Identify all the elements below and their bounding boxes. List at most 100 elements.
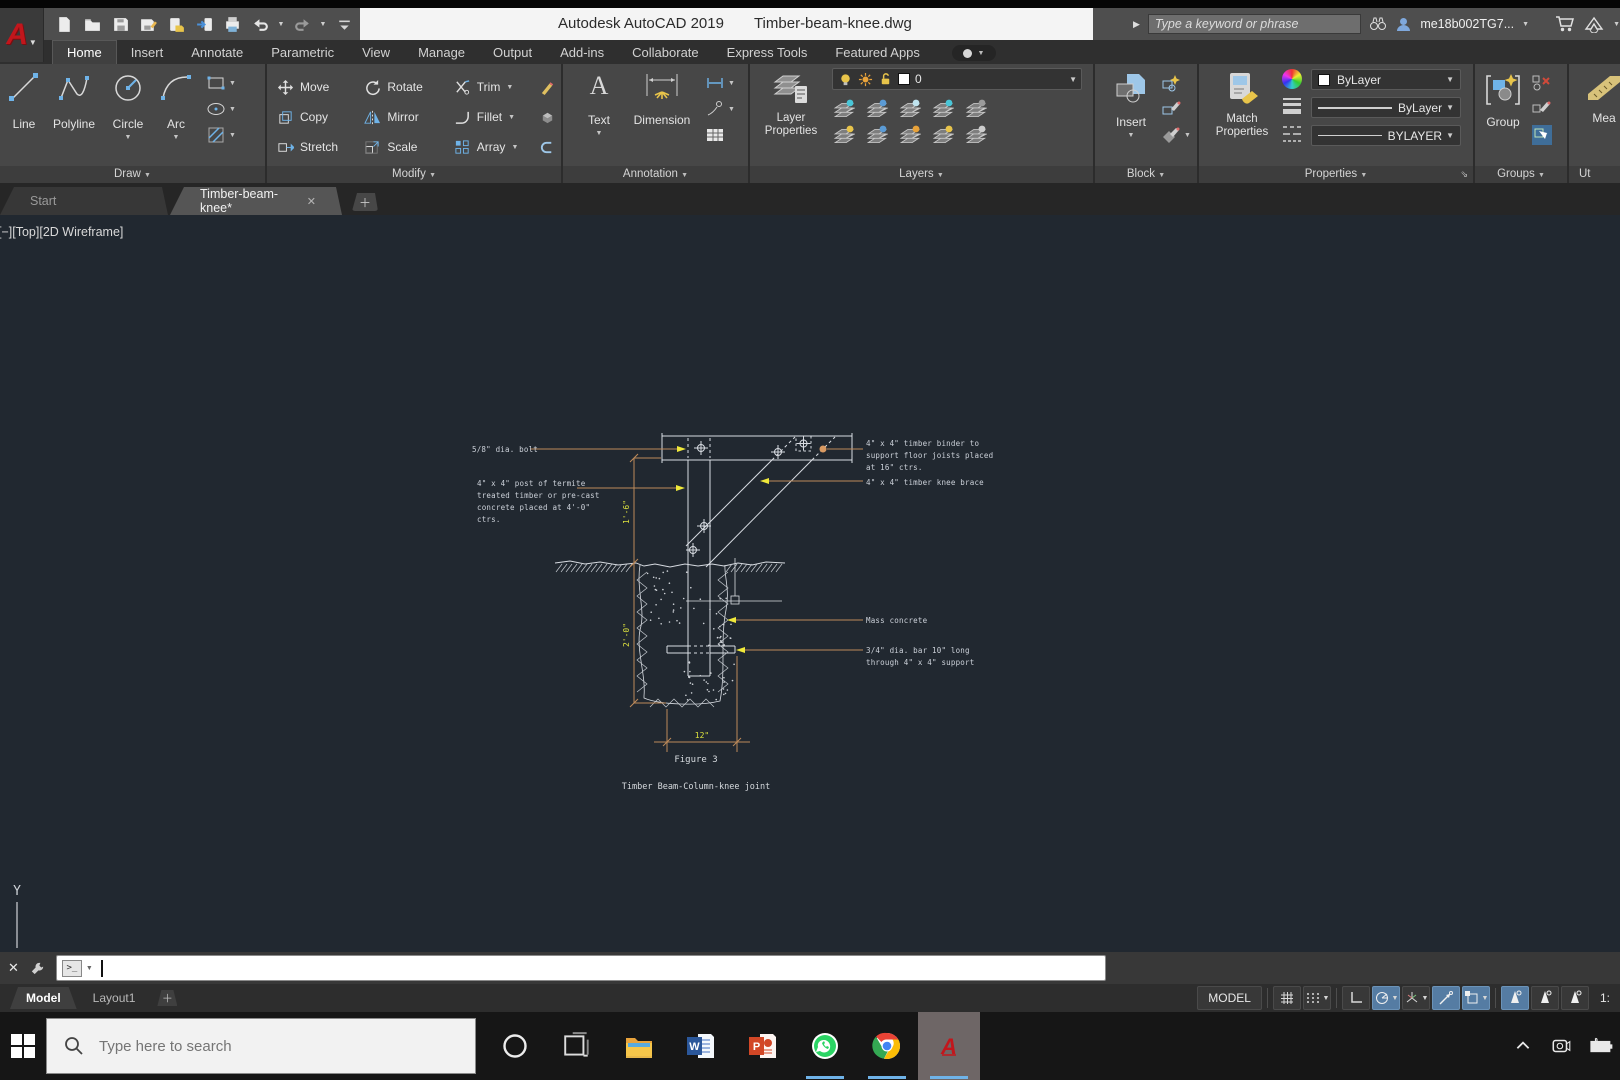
chevron-down-icon[interactable]: ▼ [511, 144, 518, 151]
object-color-dropdown[interactable]: ByLayer ▼ [1311, 69, 1461, 90]
model-space-canvas[interactable]: [−][Top][2D Wireframe] 5/8" dia. bolt 4"… [0, 215, 1620, 952]
model-space-toggle[interactable]: MODEL [1197, 986, 1262, 1010]
trim-tool[interactable]: Trim ▼ [454, 72, 539, 102]
tray-chevron-up-icon[interactable] [1514, 1037, 1532, 1055]
move-tool[interactable]: Move [277, 72, 364, 102]
chevron-down-icon[interactable]: ▼ [229, 132, 236, 139]
model-tab[interactable]: Model [10, 987, 77, 1009]
match-properties-button[interactable]: Match Properties [1211, 69, 1273, 146]
qat-customize-button[interactable] [332, 12, 356, 36]
chevron-down-icon[interactable]: ▼ [229, 80, 236, 87]
layer-freeze-tool[interactable] [898, 97, 922, 117]
join-tool[interactable] [539, 132, 561, 162]
define-attributes-tool[interactable] [1161, 125, 1181, 145]
user-menu-chevron-icon[interactable]: ▼ [1522, 21, 1529, 28]
create-block-tool[interactable] [1161, 73, 1181, 93]
layer-thaw-tool[interactable] [898, 123, 922, 143]
grid-display-button[interactable] [1272, 986, 1301, 1010]
layer-properties-button[interactable]: Layer Properties [760, 68, 822, 143]
chevron-down-icon[interactable]: ▼ [173, 131, 180, 144]
panel-label-utilities[interactable]: Ut [1569, 166, 1620, 183]
ribbon-tab-featured-apps[interactable]: Featured Apps [821, 41, 934, 64]
batch-plot-button[interactable] [164, 12, 188, 36]
leader-tool[interactable] [705, 99, 725, 119]
fillet-tool[interactable]: Fillet ▼ [454, 102, 539, 132]
open-folder-button[interactable] [80, 12, 104, 36]
panel-label-draw[interactable]: Draw ▼ [0, 166, 265, 183]
dimension-tool[interactable]: Dimension [631, 70, 693, 148]
a360-connect-icon[interactable] [1583, 15, 1605, 33]
close-command-line-icon[interactable]: ✕ [8, 960, 19, 976]
layer-walk-tool[interactable] [964, 123, 988, 143]
start-button[interactable] [0, 1012, 46, 1080]
ungroup-tool[interactable] [1531, 73, 1551, 93]
arc-tool[interactable]: Arc ▼ [156, 70, 196, 148]
line-tool[interactable]: Line [6, 70, 42, 148]
save-as-button[interactable] [136, 12, 160, 36]
measure-button[interactable]: Mea [1569, 64, 1620, 125]
chevron-down-icon[interactable]: ▼ [318, 21, 328, 28]
ribbon-tab-home[interactable]: Home [52, 40, 117, 64]
ortho-mode-button[interactable] [1341, 986, 1370, 1010]
ribbon-tab-manage[interactable]: Manage [404, 41, 479, 64]
scale-tool[interactable]: Scale [364, 132, 453, 162]
linetype-dropdown[interactable]: BYLAYER ▼ [1311, 125, 1461, 146]
chevron-down-icon[interactable]: ▼ [506, 84, 513, 91]
annotation-autoscale-button[interactable] [1530, 986, 1559, 1010]
command-prompt-icon[interactable]: >_ [61, 959, 82, 977]
lineweight-icon[interactable] [1281, 95, 1303, 117]
circle-tool[interactable]: Circle ▼ [106, 70, 150, 148]
chevron-down-icon[interactable]: ▼ [1323, 995, 1330, 1002]
word-taskbar-button[interactable] [670, 1012, 732, 1080]
chevron-down-icon[interactable]: ▼ [508, 114, 515, 121]
panel-launcher-icon[interactable]: ⇘ [1460, 166, 1468, 182]
hatch-tool[interactable] [206, 125, 226, 145]
color-wheel-icon[interactable] [1282, 69, 1302, 89]
windows-search-box[interactable] [46, 1018, 476, 1074]
chevron-down-icon[interactable]: ▼ [1392, 995, 1399, 1002]
export-button[interactable] [192, 12, 216, 36]
chevron-down-icon[interactable]: ▼ [1128, 129, 1135, 142]
chevron-down-icon[interactable]: ▼ [1422, 995, 1429, 1002]
whatsapp-taskbar-button[interactable] [794, 1012, 856, 1080]
autodesk-store-cart-icon[interactable] [1555, 15, 1575, 33]
new-layout-button[interactable]: ＋ [157, 990, 177, 1006]
explode-tool[interactable] [539, 102, 561, 132]
search-binoculars-icon[interactable] [1369, 15, 1387, 33]
ribbon-tab-express-tools[interactable]: Express Tools [713, 41, 822, 64]
snap-mode-button[interactable]: ▼ [1302, 986, 1331, 1010]
help-search-input[interactable] [1147, 14, 1362, 34]
chevron-down-icon[interactable]: ▼ [1065, 75, 1081, 84]
linear-dimension-tool[interactable] [705, 73, 725, 93]
ellipse-tool[interactable] [206, 99, 226, 119]
layer-on-tool[interactable] [832, 97, 856, 117]
layer-color-swatch[interactable] [898, 73, 910, 85]
new-file-button[interactable] [52, 12, 76, 36]
erase-tool[interactable] [539, 72, 561, 102]
signin-user-icon[interactable] [1395, 16, 1412, 33]
powerpoint-taskbar-button[interactable] [732, 1012, 794, 1080]
layer-off-tool[interactable] [832, 123, 856, 143]
chevron-down-icon[interactable]: ▼ [728, 106, 735, 113]
task-view-taskbar-button[interactable] [546, 1012, 608, 1080]
undo-button[interactable] [248, 12, 272, 36]
rotate-tool[interactable]: Rotate [364, 72, 453, 102]
polyline-tool[interactable]: Polyline [48, 70, 100, 148]
panel-label-modify[interactable]: Modify ▼ [267, 166, 561, 183]
close-tab-icon[interactable]: ✕ [307, 195, 316, 208]
edit-block-tool[interactable] [1161, 99, 1181, 119]
rectangle-tool[interactable] [206, 73, 226, 93]
group-button[interactable]: Group [1481, 70, 1525, 148]
insert-block-button[interactable]: Insert ▼ [1109, 70, 1153, 148]
new-tab-button[interactable]: ＋ [352, 193, 378, 211]
linetype-icon[interactable] [1281, 123, 1303, 145]
screen-record-icon[interactable] [1550, 1035, 1572, 1057]
layer-order-tool[interactable] [964, 97, 988, 117]
panel-label-groups[interactable]: Groups ▼ [1475, 166, 1567, 183]
chevron-down-icon[interactable]: ▼ [276, 21, 286, 28]
chevron-down-icon[interactable]: ▼ [728, 80, 735, 87]
chevron-down-icon[interactable]: ▼ [596, 127, 603, 140]
stretch-tool[interactable]: Stretch [277, 132, 364, 162]
annotation-visibility-button[interactable] [1500, 986, 1529, 1010]
recent-commands-chevron-icon[interactable]: ▼ [86, 965, 93, 972]
